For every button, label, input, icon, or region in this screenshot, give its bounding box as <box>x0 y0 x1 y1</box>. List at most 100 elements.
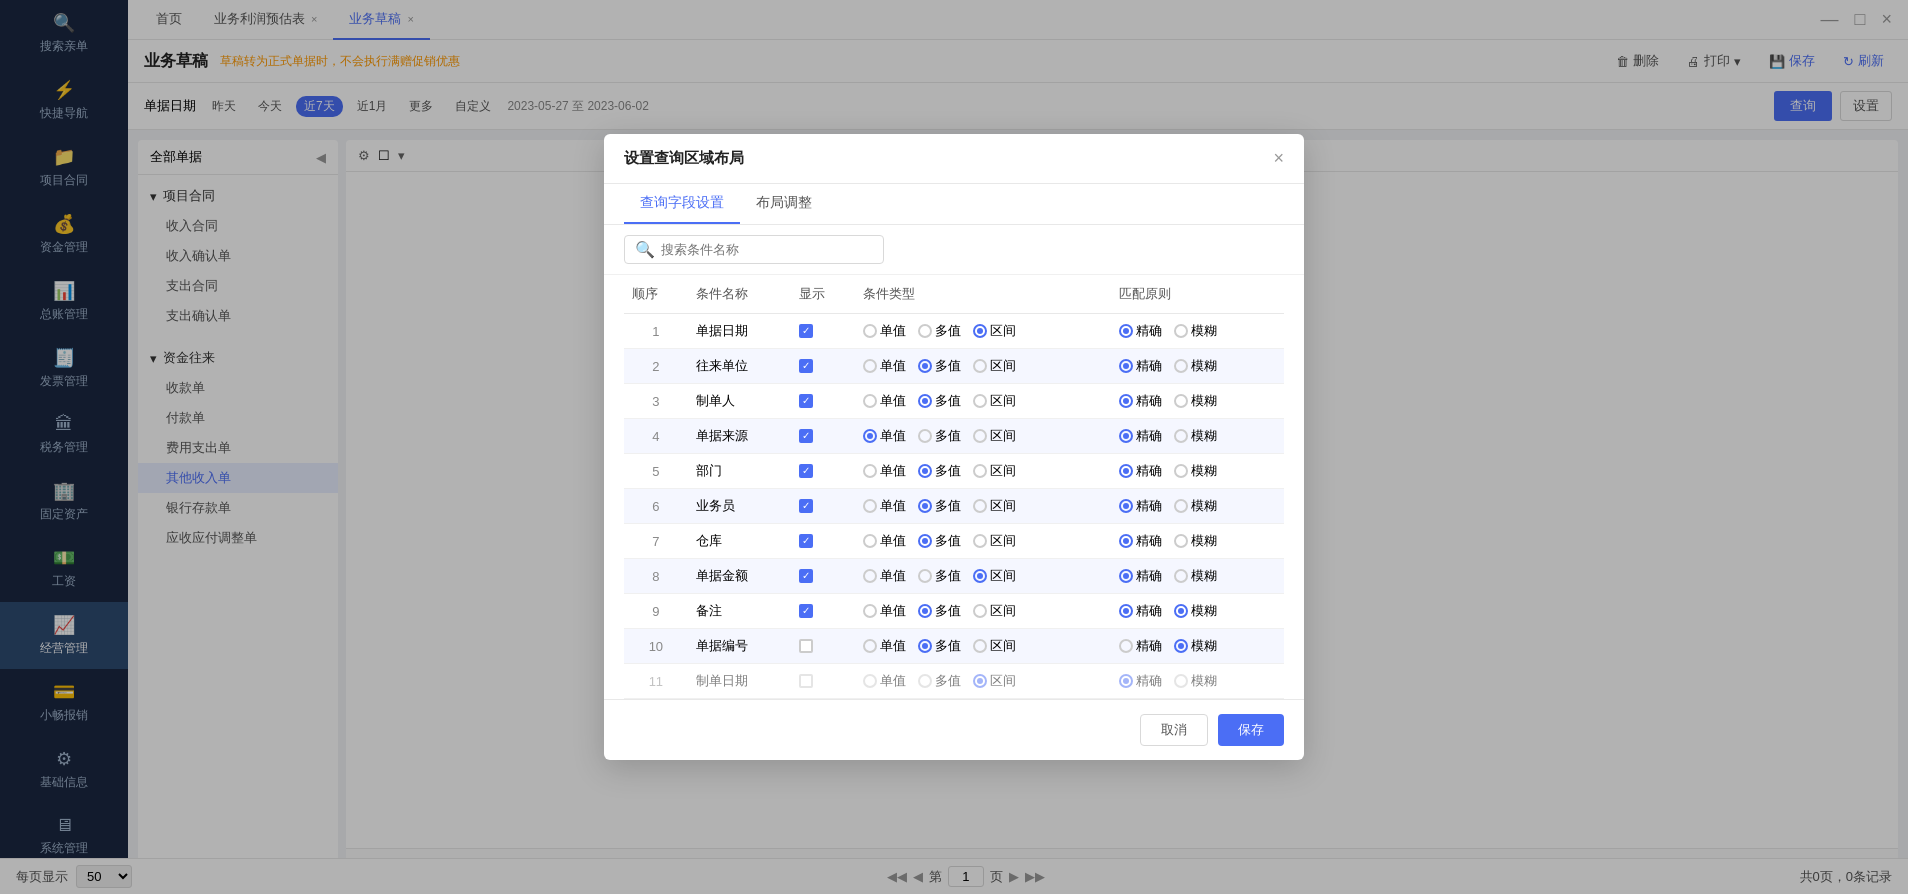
radio-match-match_fuzzy[interactable]: 模糊 <box>1174 427 1217 445</box>
radio-type-type_range[interactable]: 区间 <box>973 427 1016 445</box>
cell-show[interactable] <box>791 454 855 489</box>
radio-circle <box>1174 499 1188 513</box>
radio-circle <box>973 534 987 548</box>
cell-show[interactable] <box>791 629 855 664</box>
tab-fields[interactable]: 查询字段设置 <box>624 184 740 224</box>
radio-type-type_multi[interactable]: 多值 <box>918 392 961 410</box>
tab-layout[interactable]: 布局调整 <box>740 184 828 224</box>
cell-show[interactable] <box>791 489 855 524</box>
save-button[interactable]: 保存 <box>1218 714 1284 746</box>
cell-name: 单据日期 <box>688 314 791 349</box>
radio-type-type_range[interactable]: 区间 <box>973 462 1016 480</box>
radio-type-type_range[interactable]: 区间 <box>973 637 1016 655</box>
cell-type: 单值多值区间 <box>855 419 1111 454</box>
radio-type-type_range[interactable]: 区间 <box>973 567 1016 585</box>
radio-type-type_single[interactable]: 单值 <box>863 637 906 655</box>
radio-type-range[interactable]: 区间 <box>973 672 1016 690</box>
checkbox-checked[interactable] <box>799 569 813 583</box>
radio-match-match_fuzzy[interactable]: 模糊 <box>1174 497 1217 515</box>
radio-type-type_range[interactable]: 区间 <box>973 357 1016 375</box>
checkbox-unchecked[interactable] <box>799 639 813 653</box>
table-row: 4单据来源单值多值区间精确模糊 <box>624 419 1284 454</box>
cell-order: 4 <box>624 419 688 454</box>
radio-circle <box>1119 674 1133 688</box>
cell-show[interactable] <box>791 559 855 594</box>
radio-type-type_single[interactable]: 单值 <box>863 392 906 410</box>
radio-match-match_fuzzy[interactable]: 模糊 <box>1174 567 1217 585</box>
radio-circle <box>918 429 932 443</box>
cell-show[interactable] <box>791 384 855 419</box>
radio-type-type_multi[interactable]: 多值 <box>918 567 961 585</box>
radio-type-type_range[interactable]: 区间 <box>973 532 1016 550</box>
radio-match-match_fuzzy[interactable]: 模糊 <box>1174 462 1217 480</box>
radio-type-type_multi[interactable]: 多值 <box>918 357 961 375</box>
radio-type-type_single[interactable]: 单值 <box>863 357 906 375</box>
radio-match-match_exact[interactable]: 精确 <box>1119 392 1162 410</box>
radio-match-match_exact[interactable]: 精确 <box>1119 567 1162 585</box>
radio-type-type_range[interactable]: 区间 <box>973 392 1016 410</box>
radio-type-type_single[interactable]: 单值 <box>863 602 906 620</box>
radio-match-match_fuzzy[interactable]: 模糊 <box>1174 392 1217 410</box>
radio-type-type_multi[interactable]: 多值 <box>918 532 961 550</box>
radio-type-type_range[interactable]: 区间 <box>973 602 1016 620</box>
radio-match-match_fuzzy[interactable]: 模糊 <box>1174 322 1217 340</box>
cell-name: 单据来源 <box>688 419 791 454</box>
radio-type-type_multi[interactable]: 多值 <box>918 322 961 340</box>
radio-type-type_single[interactable]: 单值 <box>863 462 906 480</box>
checkbox-checked[interactable] <box>799 359 813 373</box>
radio-match-match_exact[interactable]: 精确 <box>1119 532 1162 550</box>
radio-match-fuzzy[interactable]: 模糊 <box>1174 672 1217 690</box>
radio-type-type_multi[interactable]: 多值 <box>918 462 961 480</box>
checkbox-checked[interactable] <box>799 429 813 443</box>
radio-type-type_single[interactable]: 单值 <box>863 322 906 340</box>
radio-type-type_range[interactable]: 区间 <box>973 322 1016 340</box>
radio-type-type_single[interactable]: 单值 <box>863 427 906 445</box>
radio-match-match_exact[interactable]: 精确 <box>1119 357 1162 375</box>
radio-type-type_multi[interactable]: 多值 <box>918 497 961 515</box>
radio-type-type_single[interactable]: 单值 <box>863 567 906 585</box>
cell-show[interactable] <box>791 419 855 454</box>
checkbox-checked[interactable] <box>799 324 813 338</box>
radio-type-type_multi[interactable]: 多值 <box>918 602 961 620</box>
radio-type-single[interactable]: 单值 <box>863 672 906 690</box>
radio-match-match_exact[interactable]: 精确 <box>1119 602 1162 620</box>
checkbox-unchecked[interactable] <box>799 674 813 688</box>
cell-order: 11 <box>624 664 688 699</box>
radio-match-match_fuzzy[interactable]: 模糊 <box>1174 602 1217 620</box>
cancel-button[interactable]: 取消 <box>1140 714 1208 746</box>
radio-circle <box>1174 604 1188 618</box>
checkbox-checked[interactable] <box>799 534 813 548</box>
radio-match-match_fuzzy[interactable]: 模糊 <box>1174 357 1217 375</box>
dialog-header: 设置查询区域布局 × <box>604 134 1304 184</box>
radio-circle <box>973 324 987 338</box>
checkbox-checked[interactable] <box>799 499 813 513</box>
radio-match-match_fuzzy[interactable]: 模糊 <box>1174 637 1217 655</box>
cell-show[interactable] <box>791 594 855 629</box>
cell-show[interactable] <box>791 664 855 699</box>
cell-show[interactable] <box>791 314 855 349</box>
radio-match-match_exact[interactable]: 精确 <box>1119 322 1162 340</box>
radio-match-match_exact[interactable]: 精确 <box>1119 637 1162 655</box>
dialog-close-btn[interactable]: × <box>1273 148 1284 169</box>
radio-type-type_multi[interactable]: 多值 <box>918 427 961 445</box>
radio-match-match_fuzzy[interactable]: 模糊 <box>1174 532 1217 550</box>
checkbox-checked[interactable] <box>799 604 813 618</box>
radio-type-type_multi[interactable]: 多值 <box>918 637 961 655</box>
radio-type-type_range[interactable]: 区间 <box>973 497 1016 515</box>
radio-match-match_exact[interactable]: 精确 <box>1119 462 1162 480</box>
cell-show[interactable] <box>791 349 855 384</box>
checkbox-checked[interactable] <box>799 394 813 408</box>
radio-type-type_single[interactable]: 单值 <box>863 497 906 515</box>
radio-match-exact[interactable]: 精确 <box>1119 672 1162 690</box>
condition-search-input[interactable] <box>661 242 873 257</box>
radio-type-type_single[interactable]: 单值 <box>863 532 906 550</box>
radio-type-multi[interactable]: 多值 <box>918 672 961 690</box>
dialog-search: 🔍 <box>604 225 1304 275</box>
checkbox-checked[interactable] <box>799 464 813 478</box>
dialog-footer: 取消 保存 <box>604 699 1304 760</box>
radio-match-match_exact[interactable]: 精确 <box>1119 427 1162 445</box>
radio-match-match_exact[interactable]: 精确 <box>1119 497 1162 515</box>
match-radio-group: 精确模糊 <box>1119 602 1276 620</box>
cell-name: 制单人 <box>688 384 791 419</box>
cell-show[interactable] <box>791 524 855 559</box>
